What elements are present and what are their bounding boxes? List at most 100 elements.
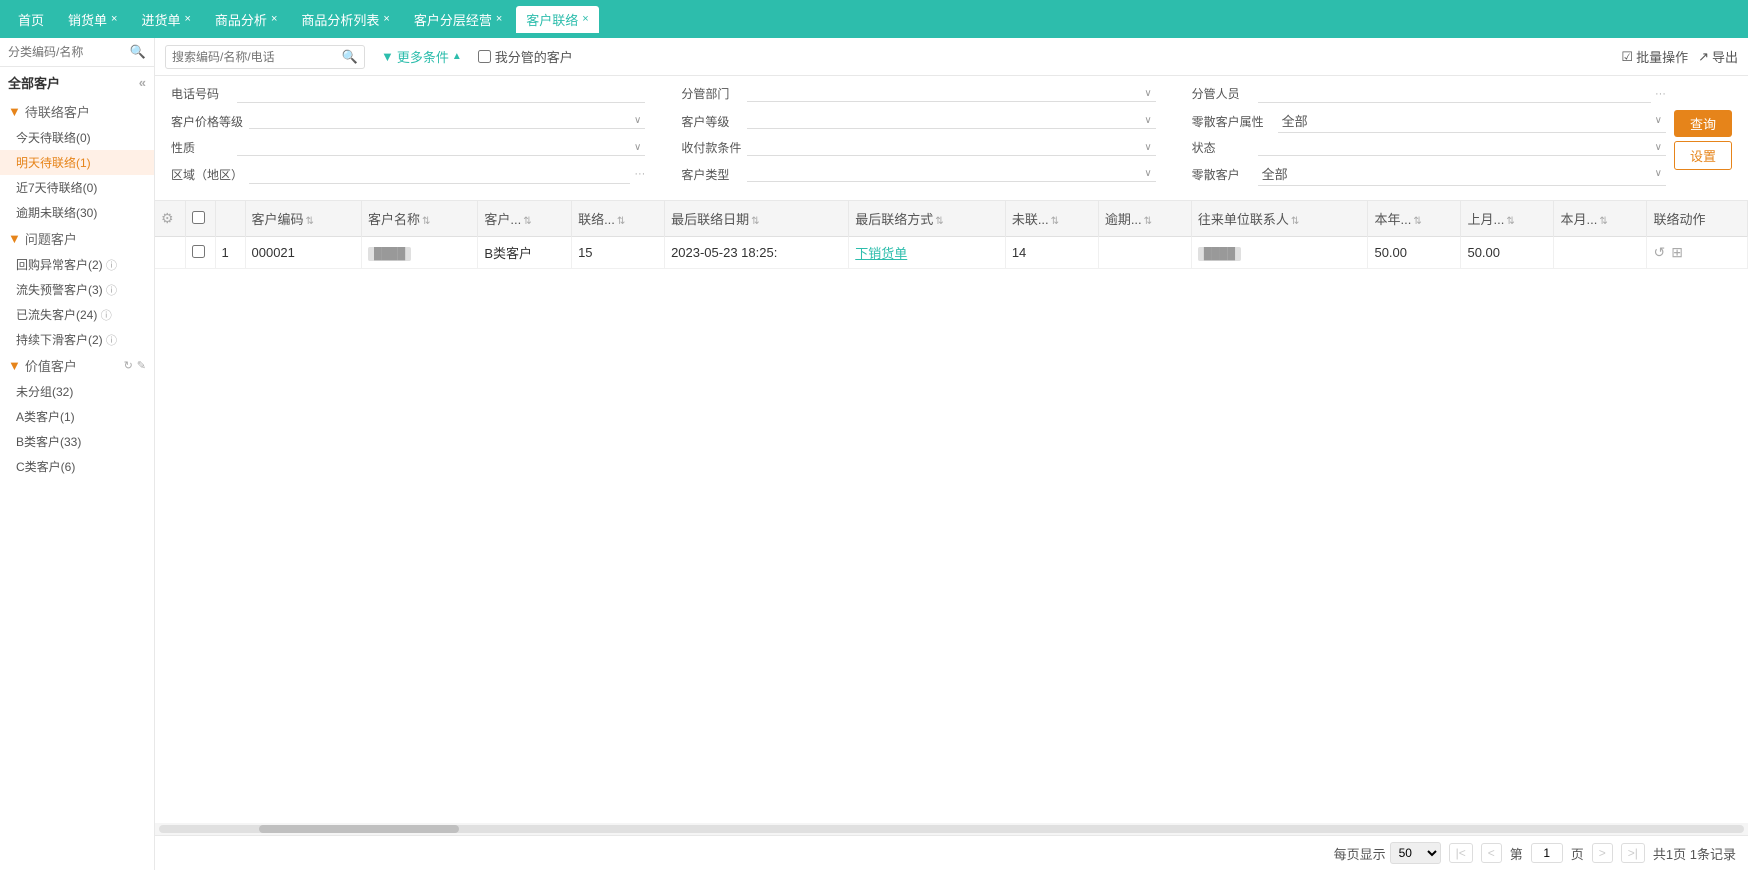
page-label: 第 [1510,844,1523,863]
retail-cust-chevron-icon: ∨ [1655,168,1662,179]
col-gear: ⚙ [155,201,185,237]
col-last-month[interactable]: 上月...⇅ [1461,201,1554,237]
sidebar-item-tomorrow[interactable]: 明天待联络(1) [0,150,154,175]
nav-close-product-analysis[interactable]: × [271,13,277,25]
query-button[interactable]: 查询 [1674,110,1732,137]
nav-product-analysis[interactable]: 商品分析 × [205,6,287,33]
col-last-contact-method[interactable]: 最后联络方式⇅ [849,201,1006,237]
table-gear-icon[interactable]: ⚙ [161,210,174,226]
nav-product-analysis-list[interactable]: 商品分析列表 × [291,6,399,33]
filter-dept-select[interactable]: ∨ [747,86,1155,102]
search-icon[interactable]: 🔍 [342,49,358,65]
select-all-checkbox[interactable] [192,211,205,224]
sidebar-item-declining[interactable]: 持续下滑客户(2) ⓘ [0,327,154,352]
page-size-select[interactable]: 50 100 200 [1390,842,1441,864]
this-month-sort-icon: ⇅ [1599,216,1607,227]
my-customers-checkbox-label[interactable]: 我分管的客户 [478,47,573,66]
filter-region-input[interactable] [249,165,630,184]
date-sort-icon: ⇅ [751,216,759,227]
col-this-month[interactable]: 本月...⇅ [1554,201,1647,237]
nav-purchase-order[interactable]: 进货单 × [131,6,200,33]
region-more-icon[interactable]: ··· [634,168,645,180]
filter-retail-cust-select[interactable]: 全部 ∨ [1258,162,1666,186]
sidebar-item-abnormal-repurchase[interactable]: 回购异常客户(2) ⓘ [0,252,154,277]
filter-retail-attr-select[interactable]: 全部 ∨ [1278,109,1666,133]
sidebar-group-problem[interactable]: ▼ 问题客户 [0,225,154,252]
filter-person-input[interactable] [1258,84,1651,103]
export-icon: ↗ [1698,49,1709,65]
sidebar-search-icon[interactable]: 🔍 [130,44,146,60]
nav-close-purchase[interactable]: × [184,13,190,25]
col-this-year[interactable]: 本年...⇅ [1368,201,1461,237]
first-page-btn[interactable]: |< [1449,843,1473,863]
sidebar-item-today[interactable]: 今天待联络(0) [0,125,154,150]
col-customer-type[interactable]: 客户...⇅ [478,201,572,237]
last-method-link[interactable]: 下销货单 [855,246,907,261]
export-btn[interactable]: ↗ 导出 [1698,47,1738,66]
table-container: ⚙ 客户编码⇅ 客户名称⇅ 客户...⇅ [155,201,1748,823]
filter-status-select[interactable]: ∨ [1258,140,1666,156]
action-more-icon[interactable]: ⊞ [1671,244,1683,261]
sidebar-item-b-class[interactable]: B类客户(33) [0,429,154,454]
setting-button[interactable]: 设置 [1674,141,1732,170]
col-unit-contact[interactable]: 往来单位联系人⇅ [1191,201,1368,237]
value-refresh-icon[interactable]: ↻ [124,359,133,372]
nav-home[interactable]: 首页 [8,6,54,33]
filter-payment-select[interactable]: ∨ [747,140,1155,156]
filter-dept-label: 分管部门 [681,85,741,102]
sidebar-item-c-class[interactable]: C类客户(6) [0,454,154,479]
my-customers-checkbox[interactable] [478,50,491,63]
nav-customer-tier[interactable]: 客户分层经营 × [404,6,512,33]
batch-ops-btn[interactable]: ☑ 批量操作 [1621,47,1688,66]
filter-nature-select[interactable]: ∨ [237,140,645,156]
sidebar-all-customers[interactable]: 全部客户 « [0,67,154,98]
col-contacts[interactable]: 联络...⇅ [572,201,665,237]
nav-close-customer-contact[interactable]: × [582,13,588,25]
last-page-btn[interactable]: >| [1621,843,1645,863]
row-unit-contact: ████ [1191,237,1368,269]
filter-cust-type-select[interactable]: ∨ [747,166,1155,182]
sidebar-item-7days[interactable]: 近7天待联络(0) [0,175,154,200]
page-number-input[interactable] [1531,843,1563,863]
top-navigation: 首页 销货单 × 进货单 × 商品分析 × 商品分析列表 × 客户分层经营 × … [0,0,1748,38]
col-uncontacted[interactable]: 未联...⇅ [1005,201,1098,237]
horizontal-scrollbar[interactable] [155,823,1748,835]
filter-dept: 分管部门 ∨ [681,85,1155,102]
col-customer-name[interactable]: 客户名称⇅ [361,201,477,237]
nav-sales-order[interactable]: 销货单 × [58,6,127,33]
filter-more-btn[interactable]: ▼ 更多条件 ▲ [373,44,470,69]
scroll-thumb[interactable] [259,825,459,833]
prev-page-btn[interactable]: < [1481,843,1502,863]
row-checkbox[interactable] [192,245,205,258]
col-last-contact-date[interactable]: 最后联络日期⇅ [665,201,849,237]
value-edit-icon[interactable]: ✎ [137,359,146,372]
search-input[interactable] [172,50,338,64]
col-overdue[interactable]: 逾期...⇅ [1098,201,1191,237]
sidebar-item-a-class[interactable]: A类客户(1) [0,404,154,429]
sidebar-group-value[interactable]: ▼ 价值客户 ↻ ✎ [0,352,154,379]
person-more-icon[interactable]: ··· [1655,88,1666,100]
nav-customer-contact[interactable]: 客户联络 × [516,6,598,33]
row-code: 000021 [245,237,361,269]
sidebar-item-overdue[interactable]: 逾期未联络(30) [0,200,154,225]
nav-close-customer-tier[interactable]: × [496,13,502,25]
scroll-track[interactable] [159,825,1744,833]
filter-cust-level-select[interactable]: ∨ [747,113,1155,129]
col-customer-code[interactable]: 客户编码⇅ [245,201,361,237]
sidebar-item-churned[interactable]: 已流失客户(24) ⓘ [0,302,154,327]
sidebar-group-pending[interactable]: ▼ 待联络客户 [0,98,154,125]
nav-close-sales[interactable]: × [111,13,117,25]
sidebar-item-churn-warning[interactable]: 流失预警客户(3) ⓘ [0,277,154,302]
sidebar-search-input[interactable] [8,45,126,59]
row-last-date: 2023-05-23 18:25: [665,237,849,269]
col-actions: 联络动作 [1647,201,1748,237]
filter-phone-input[interactable] [237,84,645,103]
next-page-btn[interactable]: > [1592,843,1613,863]
sidebar-collapse-icon[interactable]: « [139,75,146,90]
row-gear [155,237,185,269]
filter-price-select[interactable]: ∨ [249,113,645,129]
content-area: 🔍 ▼ 更多条件 ▲ 我分管的客户 ☑ 批量操作 ↗ 导出 [155,38,1748,870]
nav-close-product-list[interactable]: × [383,13,389,25]
sidebar-item-ungroup[interactable]: 未分组(32) [0,379,154,404]
action-call-icon[interactable]: ↺ [1653,244,1665,261]
